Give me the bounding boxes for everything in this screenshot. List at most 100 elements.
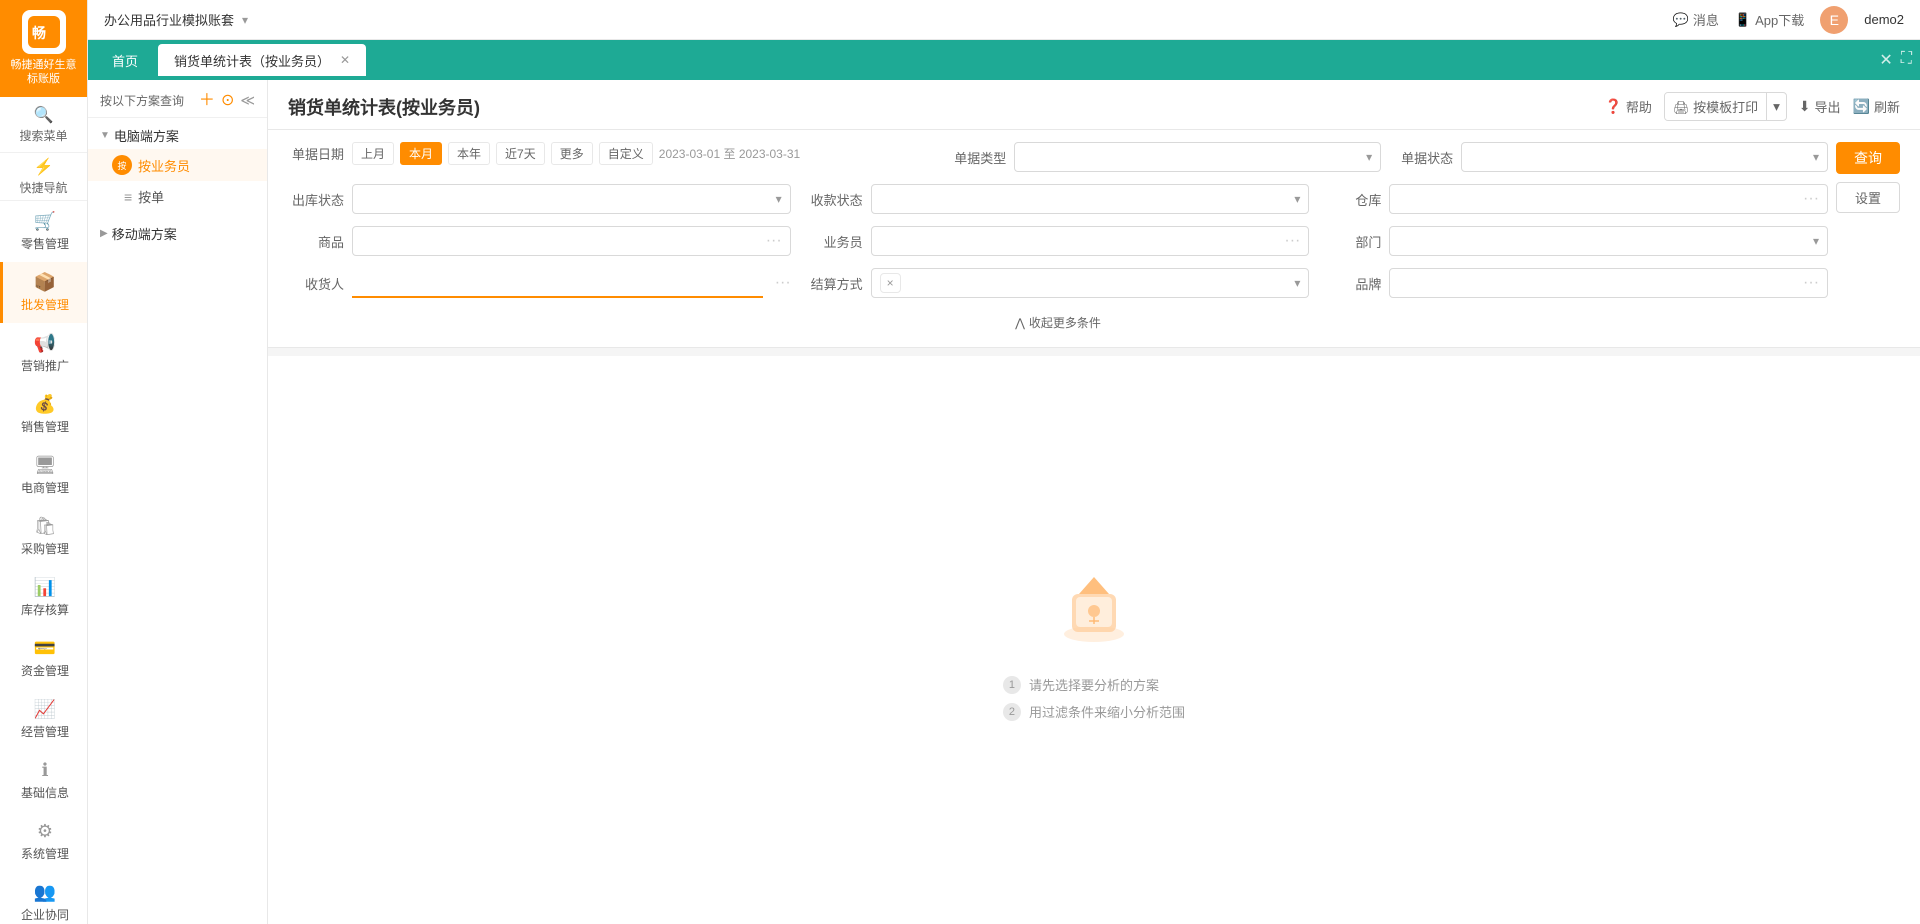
date-btn-7days[interactable]: 近7天 [496, 142, 545, 165]
sidebar-item-enterprise[interactable]: 👥 企业协同 [0, 872, 87, 924]
dept-select[interactable]: ▾ [1389, 226, 1828, 256]
warehouse-select[interactable]: ··· [1389, 184, 1828, 214]
goods-select[interactable]: ··· [352, 226, 791, 256]
sidebar-item-basic[interactable]: ℹ 基础信息 [0, 750, 87, 811]
tip-num-1: 1 [1003, 676, 1021, 694]
export-btn[interactable]: ⬇ 导出 [1799, 97, 1841, 116]
export-label: 导出 [1815, 97, 1841, 116]
collapse-label: 收起更多条件 [1029, 314, 1101, 331]
app-download-btn[interactable]: 📱 App下载 [1735, 10, 1804, 29]
app-download-icon: 📱 [1735, 12, 1751, 28]
page-header: 销货单统计表(按业务员) ❓ 帮助 🖨 按模板打印 ▾ ⬇ [268, 80, 1920, 130]
empty-state: 1 请先选择要分析的方案 2 用过滤条件来缩小分析范围 [268, 356, 1920, 924]
print-dropdown-btn[interactable]: ▾ [1767, 95, 1786, 119]
logo[interactable]: 畅 畅捷通好生意 标账版 [0, 0, 87, 97]
brand-dots[interactable]: ··· [1803, 274, 1819, 292]
doc-status-label: 单据状态 [1397, 148, 1453, 167]
tab-close-all-btn[interactable]: ✕ [1879, 50, 1892, 70]
scheme-mobile-title: 移动端方案 [112, 224, 177, 243]
date-btn-more[interactable]: 更多 [551, 142, 593, 165]
scheme-collapse-btn[interactable]: ≪ [240, 92, 255, 109]
sidebar-item-operations[interactable]: 📈 经营管理 [0, 689, 87, 750]
sidebar-item-ecommerce[interactable]: 🖥 电商管理 [0, 445, 87, 506]
sidebar-item-marketing[interactable]: 📢 营销推广 [0, 323, 87, 384]
payment-tag-close[interactable]: × [887, 276, 894, 290]
receipt-status-arrow: ▾ [1294, 192, 1300, 206]
dept-arrow: ▾ [1813, 234, 1819, 248]
system-icon: ⚙ [37, 821, 53, 842]
tab-home-label: 首页 [112, 51, 138, 70]
sidebar-item-ecommerce-label: 电商管理 [21, 479, 69, 496]
empty-tips: 1 请先选择要分析的方案 2 用过滤条件来缩小分析范围 [1003, 675, 1185, 721]
tabbar-actions: ✕ ⛶ [1879, 50, 1912, 70]
refresh-btn[interactable]: 🔄 刷新 [1853, 97, 1900, 116]
sidebar-item-inventory[interactable]: 📊 库存核算 [0, 567, 87, 628]
brand-select[interactable]: ··· [1389, 268, 1828, 298]
salesman-select[interactable]: ··· [871, 226, 1310, 256]
scheme-add-btn[interactable]: ＋ [199, 93, 215, 109]
goods-dots[interactable]: ··· [766, 232, 782, 250]
scheme-panel-actions: ＋ ⊙ ≪ [199, 92, 255, 109]
sidebar-item-finance-label: 资金管理 [21, 662, 69, 679]
sidebar-item-purchase[interactable]: 🛍 采购管理 [0, 506, 87, 567]
collapse-bar[interactable]: ⋀ 收起更多条件 [288, 310, 1828, 335]
quick-nav[interactable]: ⚡ 快捷导航 [0, 153, 87, 201]
doc-status-select[interactable]: ▾ [1461, 142, 1828, 172]
receipt-status-select[interactable]: ▾ [871, 184, 1310, 214]
finance-icon: 💳 [34, 638, 56, 659]
query-btn[interactable]: 查询 [1836, 142, 1900, 174]
scheme-sub-item-order[interactable]: ≡ 按单 [88, 181, 267, 212]
date-btn-custom[interactable]: 自定义 [599, 142, 653, 165]
company-dropdown-btn[interactable]: ▾ [242, 13, 248, 27]
search-menu[interactable]: 🔍 搜索菜单 [0, 97, 87, 153]
scheme-desktop-header[interactable]: ▼ 电脑端方案 [88, 122, 267, 149]
message-btn[interactable]: 💬 消息 [1673, 10, 1719, 29]
scheme-panel-title: 按以下方案查询 [100, 92, 184, 109]
tab-home[interactable]: 首页 [96, 44, 154, 76]
print-btn[interactable]: 🖨 按模板打印 [1665, 93, 1767, 120]
sidebar-item-retail[interactable]: 🛒 零售管理 [0, 201, 87, 262]
date-btn-this-year[interactable]: 本年 [448, 142, 490, 165]
sidebar-item-purchase-label: 采购管理 [21, 540, 69, 557]
scheme-mobile-header[interactable]: ▶ 移动端方案 [88, 220, 267, 247]
retail-icon: 🛒 [34, 211, 56, 232]
date-btn-this-month[interactable]: 本月 [400, 142, 442, 165]
tip-text-2: 用过滤条件来缩小分析范围 [1029, 702, 1185, 721]
scheme-settings-btn[interactable]: ⊙ [221, 93, 234, 109]
help-btn[interactable]: ❓ 帮助 [1604, 97, 1651, 116]
tab-close-btn[interactable]: ✕ [340, 53, 350, 67]
empty-tip-1: 1 请先选择要分析的方案 [1003, 675, 1185, 694]
ecommerce-icon: 🖥 [34, 455, 57, 476]
tip-text-1: 请先选择要分析的方案 [1029, 675, 1159, 694]
sidebar-item-enterprise-label: 企业协同 [21, 906, 69, 923]
scheme-item-salesman-label: 按业务员 [138, 156, 190, 175]
salesman-field: 业务员 ··· [807, 226, 1310, 256]
payment-select[interactable]: × ▾ [871, 268, 1310, 298]
setting-btn[interactable]: 设置 [1836, 182, 1900, 213]
out-status-select[interactable]: ▾ [352, 184, 791, 214]
collapse-text: ⋀ 收起更多条件 [1015, 314, 1101, 331]
sidebar-item-wholesale[interactable]: 📦 批发管理 [0, 262, 87, 323]
doc-type-field: 单据类型 ▾ [950, 142, 1381, 172]
sidebar-item-sales[interactable]: 💰 销售管理 [0, 384, 87, 445]
scheme-desktop-section: ▼ 电脑端方案 按 按业务员 ≡ 按单 [88, 118, 267, 216]
warehouse-dots[interactable]: ··· [1803, 190, 1819, 208]
scheme-item-salesman-icon: 按 [112, 155, 132, 175]
empty-tip-2: 2 用过滤条件来缩小分析范围 [1003, 702, 1185, 721]
scheme-item-salesman[interactable]: 按 按业务员 [88, 149, 267, 181]
date-btn-last-month[interactable]: 上月 [352, 142, 394, 165]
user-avatar[interactable]: E [1820, 6, 1848, 34]
salesman-dots[interactable]: ··· [1284, 232, 1300, 250]
recipient-dots[interactable]: ··· [775, 274, 791, 292]
enterprise-icon: 👥 [34, 882, 56, 903]
content-area: 销货单统计表(按业务员) ❓ 帮助 🖨 按模板打印 ▾ ⬇ [268, 80, 1920, 924]
sidebar-item-finance[interactable]: 💳 资金管理 [0, 628, 87, 689]
tab-sales-report[interactable]: 销货单统计表（按业务员） ✕ [158, 44, 366, 76]
recipient-input[interactable] [352, 268, 763, 298]
print-icon: 🖨 [1673, 100, 1690, 115]
doc-type-select[interactable]: ▾ [1014, 142, 1381, 172]
sidebar-item-system[interactable]: ⚙ 系统管理 [0, 811, 87, 872]
user-name[interactable]: demo2 [1864, 12, 1904, 27]
message-icon: 💬 [1673, 12, 1689, 28]
tab-maximize-btn[interactable]: ⛶ [1901, 50, 1912, 70]
